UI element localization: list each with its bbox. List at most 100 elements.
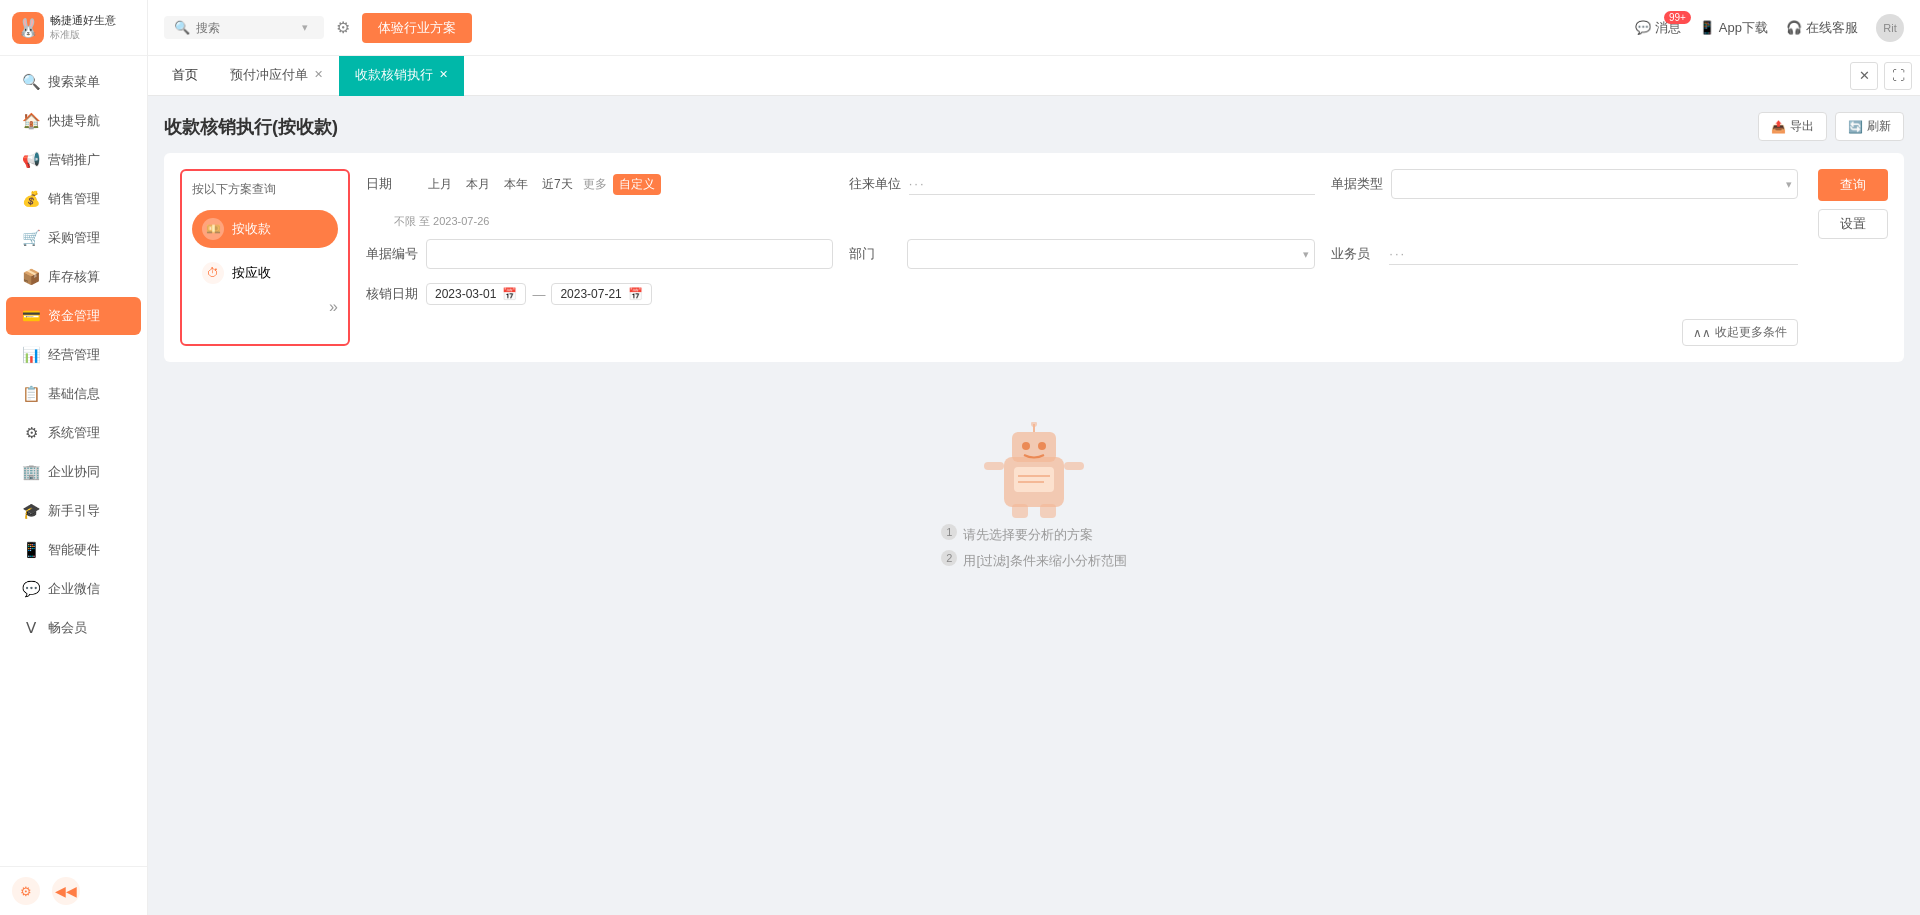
- date-range: 2023-03-01 📅 — 2023-07-21 📅: [426, 283, 652, 305]
- close-tab-icon[interactable]: ✕: [1850, 62, 1878, 90]
- step2-text: 用[过滤]条件来缩小分析范围: [963, 548, 1126, 574]
- tab-home[interactable]: 首页: [156, 56, 214, 96]
- sales-label: 业务员: [1331, 245, 1381, 263]
- sidebar-item-label: 库存核算: [48, 268, 100, 286]
- filter-collapse-icon[interactable]: »: [192, 298, 338, 316]
- date-field: 日期 上月 本月 本年 近7天 更多 自定义: [366, 174, 833, 195]
- dept-select[interactable]: [907, 239, 1316, 269]
- more-conditions-button[interactable]: ∧∧ 收起更多条件: [1682, 319, 1798, 346]
- tabs-bar: 首页 预付冲应付单 ✕ 收款核销执行 ✕ ✕ ⛶: [148, 56, 1920, 96]
- sidebar-item-label: 基础信息: [48, 385, 100, 403]
- sidebar-item-label: 采购管理: [48, 229, 100, 247]
- dept-select-wrapper: [907, 239, 1316, 269]
- search-menu-icon: 🔍: [22, 73, 40, 91]
- sidebar-item-label: 快捷导航: [48, 112, 100, 130]
- settings-gear-icon[interactable]: ⚙: [336, 18, 350, 37]
- logo-area: 🐰 畅捷通好生意 标准版: [0, 0, 147, 56]
- svg-rect-7: [1064, 462, 1084, 470]
- calendar-end-icon: 📅: [628, 287, 643, 301]
- sidebar-item-wechat[interactable]: 💬 企业微信: [6, 570, 141, 608]
- date-tag-custom[interactable]: 自定义: [613, 174, 661, 195]
- sidebar-item-hardware[interactable]: 📱 智能硬件: [6, 531, 141, 569]
- expand-tab-icon[interactable]: ⛶: [1884, 62, 1912, 90]
- tab-collection-close-icon[interactable]: ✕: [439, 68, 448, 81]
- tab-prepay[interactable]: 预付冲应付单 ✕: [214, 56, 339, 96]
- svg-rect-8: [1012, 504, 1028, 518]
- online-service-icon: 🎧: [1786, 20, 1802, 35]
- solution-button[interactable]: 体验行业方案: [362, 13, 472, 43]
- empty-tip-step2: 2 用[过滤]条件来缩小分析范围: [941, 548, 1126, 574]
- online-service-item[interactable]: 🎧 在线客服: [1786, 19, 1858, 37]
- search-area: 按以下方案查询 💴 按收款 ⏱ 按应收 »: [164, 153, 1904, 362]
- date-btn-7days[interactable]: 近7天: [538, 174, 577, 195]
- tab-prepay-close-icon[interactable]: ✕: [314, 68, 323, 81]
- settings-icon[interactable]: ⚙: [12, 877, 40, 905]
- refresh-button[interactable]: 🔄 刷新: [1835, 112, 1904, 141]
- svg-rect-6: [984, 462, 1004, 470]
- docno-label: 单据编号: [366, 245, 418, 263]
- sidebar-item-label: 营销推广: [48, 151, 100, 169]
- sidebar-item-quick-nav[interactable]: 🏠 快捷导航: [6, 102, 141, 140]
- message-item[interactable]: 💬 消息 99+: [1635, 19, 1681, 37]
- date-btn-this-year[interactable]: 本年: [500, 174, 532, 195]
- dept-field: 部门: [849, 239, 1316, 269]
- sales-field: 业务员 ···: [1331, 243, 1798, 265]
- filter-receipt-icon: 💴: [202, 218, 224, 240]
- query-button[interactable]: 查询: [1818, 169, 1888, 201]
- app-download-label: App下载: [1719, 19, 1768, 37]
- sidebar-item-search-menu[interactable]: 🔍 搜索菜单: [6, 63, 141, 101]
- verify-date-start-input[interactable]: 2023-03-01 📅: [426, 283, 526, 305]
- counterpart-select[interactable]: ···: [909, 173, 1316, 195]
- quick-nav-icon: 🏠: [22, 112, 40, 130]
- topbar-search-icon: 🔍: [174, 20, 190, 35]
- page-actions: 📤 导出 🔄 刷新: [1758, 112, 1904, 141]
- wechat-icon: 💬: [22, 580, 40, 598]
- sidebar-item-enterprise[interactable]: 🏢 企业协同: [6, 453, 141, 491]
- sidebar-item-finance[interactable]: 💳 资金管理: [6, 297, 141, 335]
- date-btn-this-month[interactable]: 本月: [462, 174, 494, 195]
- sidebar-item-system[interactable]: ⚙ 系统管理: [6, 414, 141, 452]
- user-avatar-area[interactable]: Rit: [1876, 14, 1904, 42]
- filter-by-receipt[interactable]: 💴 按收款: [192, 210, 338, 248]
- tab-collection-label: 收款核销执行: [355, 66, 433, 84]
- collapse-sidebar-icon[interactable]: ◀◀: [52, 877, 80, 905]
- tab-collection[interactable]: 收款核销执行 ✕: [339, 56, 464, 96]
- sidebar-item-marketing[interactable]: 📢 营销推广: [6, 141, 141, 179]
- filter-by-receivable[interactable]: ⏱ 按应收: [192, 254, 338, 292]
- sidebar-item-member[interactable]: Ⅴ 畅会员: [6, 609, 141, 647]
- empty-robot-illustration: [974, 422, 1094, 522]
- empty-tip-step1: 1 请先选择要分析的方案: [941, 522, 1126, 548]
- topbar-search-box[interactable]: 🔍 ▾: [164, 16, 324, 39]
- sidebar-item-base-info[interactable]: 📋 基础信息: [6, 375, 141, 413]
- sidebar-item-purchase[interactable]: 🛒 采购管理: [6, 219, 141, 257]
- date-shortcuts: 上月 本月 本年 近7天 更多 自定义: [424, 174, 661, 195]
- member-icon: Ⅴ: [22, 619, 40, 637]
- export-button[interactable]: 📤 导出: [1758, 112, 1827, 141]
- hardware-icon: 📱: [22, 541, 40, 559]
- svg-rect-10: [1014, 467, 1054, 492]
- sidebar-item-label: 经营管理: [48, 346, 100, 364]
- sidebar-item-inventory[interactable]: 📦 库存核算: [6, 258, 141, 296]
- sidebar-item-business[interactable]: 📊 经营管理: [6, 336, 141, 374]
- sidebar-item-guide[interactable]: 🎓 新手引导: [6, 492, 141, 530]
- search-input[interactable]: [196, 21, 296, 35]
- verify-date-end-input[interactable]: 2023-07-21 📅: [551, 283, 651, 305]
- set-button[interactable]: 设置: [1818, 209, 1888, 239]
- doc-type-select-wrapper: [1391, 169, 1798, 199]
- calendar-start-icon: 📅: [502, 287, 517, 301]
- sidebar-item-label: 新手引导: [48, 502, 100, 520]
- filter-panel-title: 按以下方案查询: [192, 181, 338, 198]
- docno-row: 单据编号 部门: [366, 239, 1798, 269]
- more-conditions-area: ∧∧ 收起更多条件: [366, 319, 1798, 346]
- enterprise-icon: 🏢: [22, 463, 40, 481]
- app-download-item[interactable]: 📱 App下载: [1699, 19, 1768, 37]
- date-btn-more[interactable]: 更多: [583, 176, 607, 193]
- doc-type-select[interactable]: [1391, 169, 1798, 199]
- docno-input[interactable]: [426, 239, 833, 269]
- step1-text: 请先选择要分析的方案: [963, 522, 1093, 548]
- sidebar-item-sales[interactable]: 💰 销售管理: [6, 180, 141, 218]
- counterpart-field: 往来单位 ···: [849, 173, 1316, 195]
- sales-select[interactable]: ···: [1389, 243, 1798, 265]
- date-btn-last-month[interactable]: 上月: [424, 174, 456, 195]
- sales-icon: 💰: [22, 190, 40, 208]
